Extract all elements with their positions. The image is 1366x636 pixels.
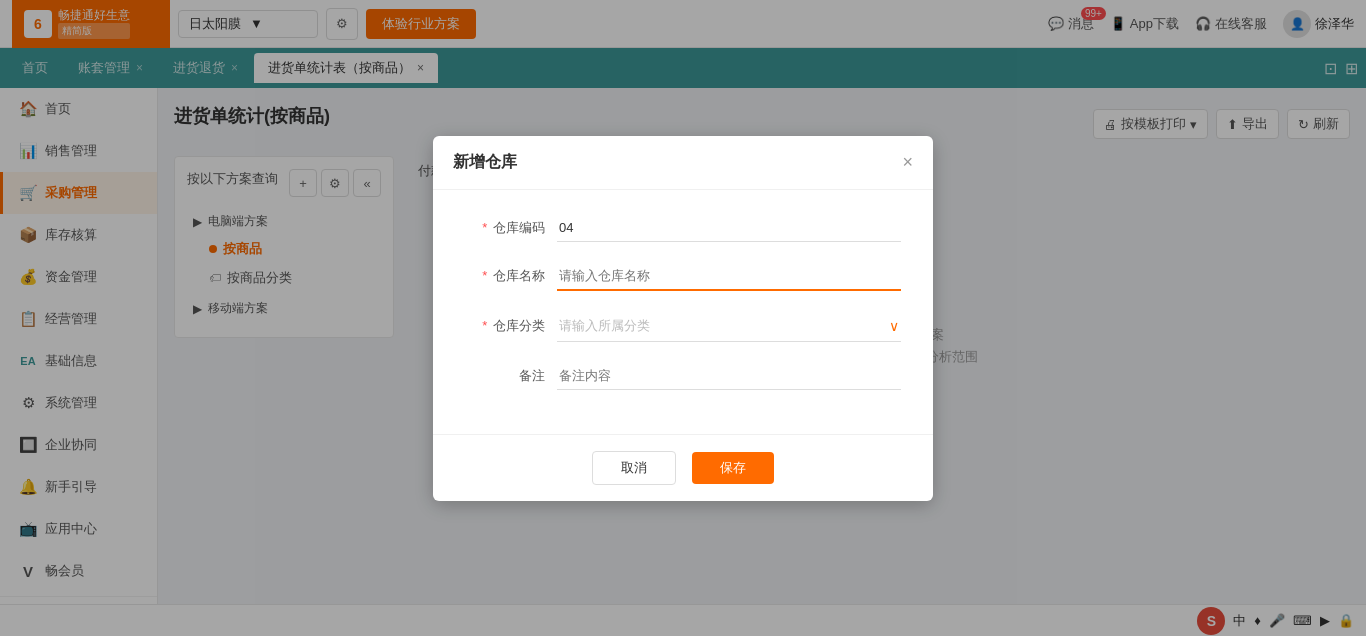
modal-title: 新增仓库	[453, 152, 517, 173]
category-arrow-icon: ∨	[889, 318, 899, 334]
warehouse-note-input[interactable]	[557, 362, 901, 390]
note-label: 备注	[465, 367, 545, 385]
form-row-code: * 仓库编码	[465, 214, 901, 242]
required-star-name: *	[482, 268, 487, 283]
modal-overlay[interactable]: 新增仓库 × * 仓库编码 * 仓库名称	[0, 0, 1366, 636]
modal-body: * 仓库编码 * 仓库名称 * 仓库分类 请输入所属	[433, 190, 933, 434]
warehouse-name-input[interactable]	[557, 262, 901, 291]
category-label: * 仓库分类	[465, 317, 545, 335]
modal-close-button[interactable]: ×	[902, 152, 913, 173]
required-star-category: *	[482, 318, 487, 333]
add-warehouse-modal: 新增仓库 × * 仓库编码 * 仓库名称	[433, 136, 933, 501]
form-row-name: * 仓库名称	[465, 262, 901, 291]
modal-header: 新增仓库 ×	[433, 136, 933, 190]
category-select[interactable]: 请输入所属分类 ∨	[557, 311, 901, 342]
form-row-note: 备注	[465, 362, 901, 390]
warehouse-code-input[interactable]	[557, 214, 901, 242]
form-row-category: * 仓库分类 请输入所属分类 ∨	[465, 311, 901, 342]
modal-footer: 取消 保存	[433, 434, 933, 501]
required-star-code: *	[482, 220, 487, 235]
save-button[interactable]: 保存	[692, 452, 774, 484]
name-label: * 仓库名称	[465, 267, 545, 285]
code-label: * 仓库编码	[465, 219, 545, 237]
cancel-button[interactable]: 取消	[592, 451, 676, 485]
category-placeholder: 请输入所属分类	[559, 317, 889, 335]
